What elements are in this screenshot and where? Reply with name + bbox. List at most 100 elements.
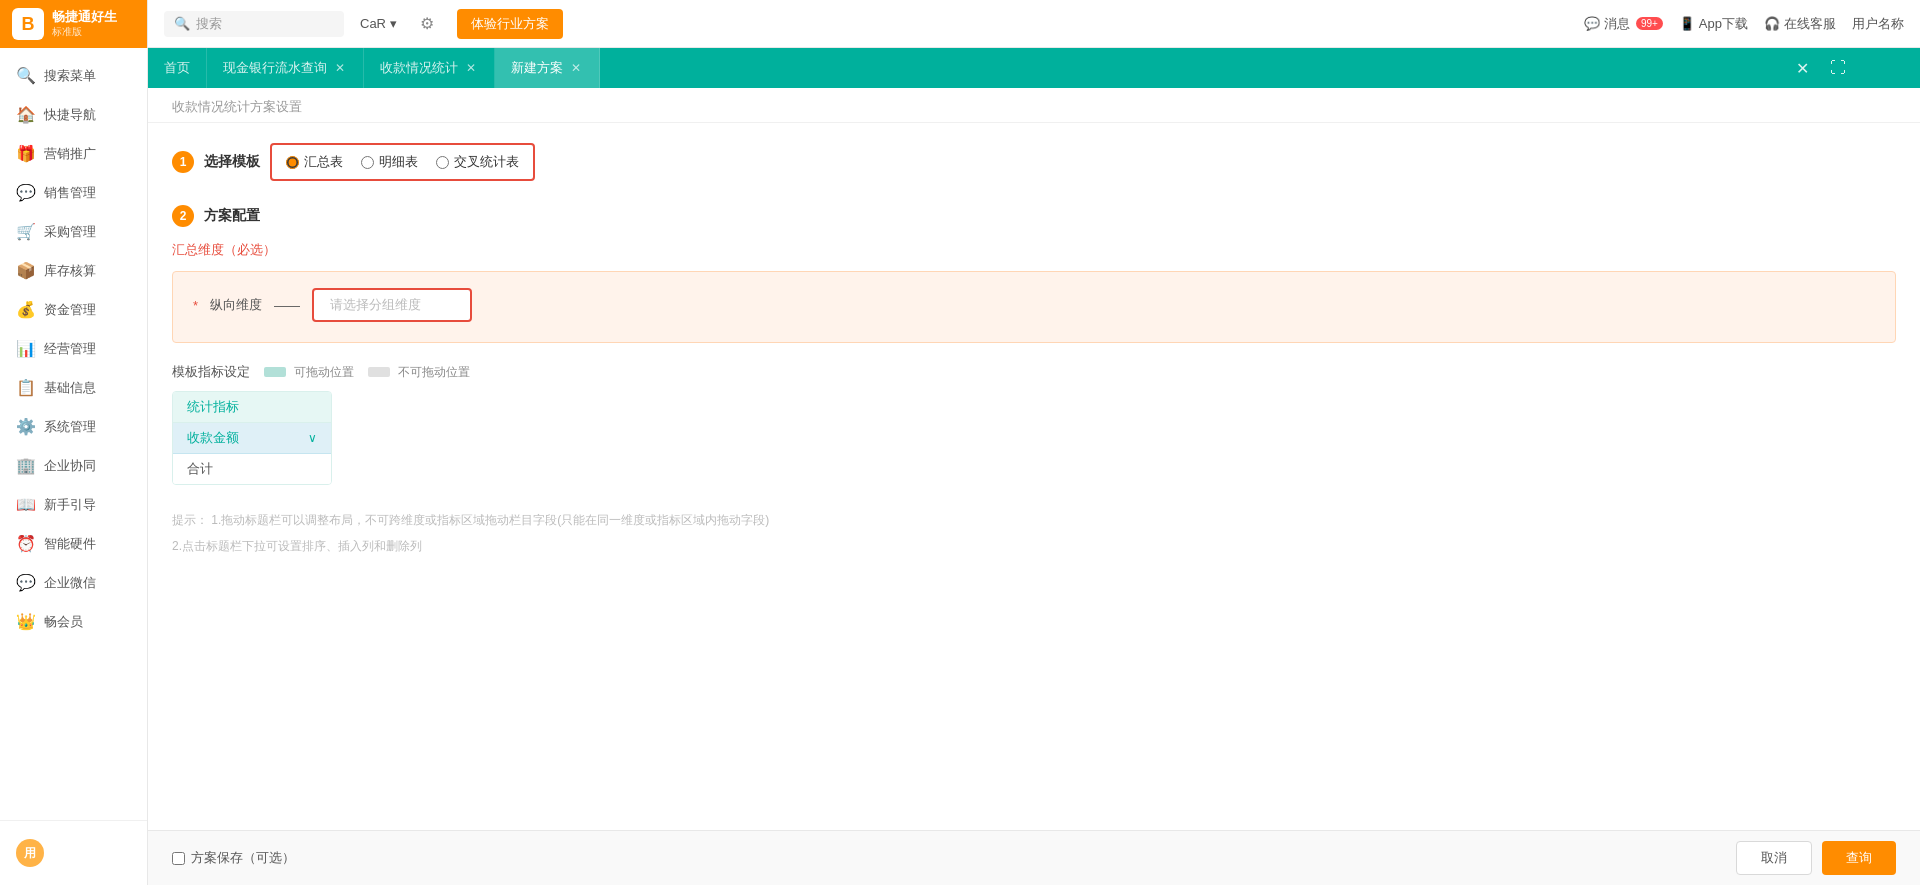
config-dim-label: 汇总维度（必选） [172, 241, 1896, 259]
sidebar-nav: 🔍 搜索菜单 🏠 快捷导航 🎁 营销推广 💬 销售管理 🛒 采购管理 [0, 48, 147, 820]
radio-cross-input[interactable] [436, 156, 449, 169]
tab-collection-stats-close[interactable]: ✕ [464, 61, 478, 75]
sidebar-item-member[interactable]: 👑 畅会员 [0, 602, 147, 641]
sidebar-item-label-enterprise: 企业协同 [44, 457, 96, 475]
tab-bank-flow-label: 现金银行流水查询 [223, 59, 327, 77]
topbar-right: 💬 消息 99+ 📱 App下载 🎧 在线客服 用户名称 [1584, 15, 1904, 33]
radio-detail[interactable]: 明细表 [361, 153, 418, 171]
step1-section: 1 选择模板 汇总表 明细表 [172, 143, 1896, 181]
tab-new-plan-label: 新建方案 [511, 59, 563, 77]
tab-bank-flow[interactable]: 现金银行流水查询 ✕ [207, 48, 364, 88]
sidebar-avatar[interactable]: 用 [0, 829, 147, 877]
step2-num: 2 [172, 205, 194, 227]
chevron-down-icon: ▾ [390, 16, 397, 31]
dim-select-box[interactable]: 请选择分组维度 [312, 288, 472, 322]
search-bar[interactable]: 🔍 搜索 [164, 11, 344, 37]
dim-required-star: * [193, 298, 198, 313]
sidebar-item-basic-info[interactable]: 📋 基础信息 [0, 368, 147, 407]
radio-cross[interactable]: 交叉统计表 [436, 153, 519, 171]
settings-button[interactable]: ⚙ [413, 10, 441, 38]
sidebar-item-guide[interactable]: 📖 新手引导 [0, 485, 147, 524]
trial-button[interactable]: 体验行业方案 [457, 9, 563, 39]
service-icon: 🎧 [1764, 16, 1780, 31]
sidebar-item-operation[interactable]: 📊 经营管理 [0, 329, 147, 368]
sidebar-item-label-inventory: 库存核算 [44, 262, 96, 280]
sidebar-item-quick-nav[interactable]: 🏠 快捷导航 [0, 95, 147, 134]
row-label: 合计 [187, 461, 213, 476]
sidebar-item-label-marketing: 营销推广 [44, 145, 96, 163]
indicator-col-header[interactable]: 收款金额 ∨ [173, 423, 331, 454]
sidebar-item-smart-hw[interactable]: ⏰ 智能硬件 [0, 524, 147, 563]
cancel-button[interactable]: 取消 [1736, 841, 1812, 875]
sidebar-item-inventory[interactable]: 📦 库存核算 [0, 251, 147, 290]
col-dropdown-icon[interactable]: ∨ [308, 431, 317, 445]
system-icon: ⚙️ [16, 417, 36, 436]
online-service-button[interactable]: 🎧 在线客服 [1764, 15, 1836, 33]
step2-title: 方案配置 [204, 207, 260, 225]
sidebar-item-search-menu[interactable]: 🔍 搜索菜单 [0, 56, 147, 95]
guide-icon: 📖 [16, 495, 36, 514]
page-inner: 收款情况统计方案设置 1 选择模板 汇总表 [148, 88, 1920, 885]
tab-close-all-button[interactable]: ✕ [1788, 54, 1816, 82]
save-checkbox[interactable] [172, 852, 185, 865]
query-button[interactable]: 查询 [1822, 841, 1896, 875]
radio-summary-input[interactable] [286, 156, 299, 169]
radio-detail-input[interactable] [361, 156, 374, 169]
indicator-table-row: 合计 [173, 454, 331, 484]
operation-icon: 📊 [16, 339, 36, 358]
sidebar-item-label-purchase: 采购管理 [44, 223, 96, 241]
step1-title: 选择模板 [204, 153, 260, 171]
user-name[interactable]: 用户名称 [1852, 15, 1904, 33]
form-area: 1 选择模板 汇总表 明细表 [148, 123, 1920, 830]
indicator-legend-nodrag: 不可拖动位置 [368, 364, 470, 381]
drag-legend-label: 可拖动位置 [294, 364, 354, 381]
tab-new-plan-close[interactable]: ✕ [569, 61, 583, 75]
page-wrapper: 收款情况统计方案设置 1 选择模板 汇总表 [148, 88, 1920, 885]
sales-icon: 💬 [16, 183, 36, 202]
message-badge: 99+ [1636, 17, 1663, 30]
tab-fullscreen-button[interactable]: ⛶ [1824, 54, 1852, 82]
sidebar-item-enterprise[interactable]: 🏢 企业协同 [0, 446, 147, 485]
inventory-icon: 📦 [16, 261, 36, 280]
sidebar-item-purchase[interactable]: 🛒 采购管理 [0, 212, 147, 251]
radio-summary[interactable]: 汇总表 [286, 153, 343, 171]
sidebar-item-label-quick-nav: 快捷导航 [44, 106, 96, 124]
sidebar-item-capital[interactable]: 💰 资金管理 [0, 290, 147, 329]
topbar-dropdown[interactable]: CaR ▾ [360, 16, 397, 31]
sidebar-item-marketing[interactable]: 🎁 营销推广 [0, 134, 147, 173]
radio-summary-label: 汇总表 [304, 153, 343, 171]
search-icon: 🔍 [174, 16, 190, 31]
tab-home-label: 首页 [164, 59, 190, 77]
logo-text: 畅捷通好生 标准版 [52, 9, 117, 39]
tab-home[interactable]: 首页 [148, 48, 207, 88]
sidebar-item-wechat[interactable]: 💬 企业微信 [0, 563, 147, 602]
avatar-icon: 用 [16, 839, 44, 867]
sidebar-item-sales[interactable]: 💬 销售管理 [0, 173, 147, 212]
tab-bank-flow-close[interactable]: ✕ [333, 61, 347, 75]
dim-select-placeholder: 请选择分组维度 [330, 296, 421, 314]
basic-info-icon: 📋 [16, 378, 36, 397]
logo-icon: B [12, 8, 44, 40]
step2-section: 2 方案配置 汇总维度（必选） * 纵向维度 —— 请选择分组维度 [172, 205, 1896, 558]
sidebar-item-label-sales: 销售管理 [44, 184, 96, 202]
message-button[interactable]: 💬 消息 99+ [1584, 15, 1663, 33]
vertical-dim-label: 纵向维度 [210, 296, 262, 314]
search-placeholder: 搜索 [196, 15, 222, 33]
tab-collection-stats-label: 收款情况统计 [380, 59, 458, 77]
indicator-table: 统计指标 收款金额 ∨ 合计 [172, 391, 332, 485]
sidebar-item-label-operation: 经营管理 [44, 340, 96, 358]
tab-new-plan[interactable]: 新建方案 ✕ [495, 48, 600, 88]
template-radio-group: 汇总表 明细表 交叉统计表 [286, 153, 519, 171]
no-drag-legend-icon [368, 367, 390, 377]
capital-icon: 💰 [16, 300, 36, 319]
app-download-button[interactable]: 📱 App下载 [1679, 15, 1748, 33]
sidebar: B 畅捷通好生 标准版 🔍 搜索菜单 🏠 快捷导航 🎁 营销推广 💬 销售管理 [0, 0, 148, 885]
enterprise-icon: 🏢 [16, 456, 36, 475]
step1-num: 1 [172, 151, 194, 173]
smart-hw-icon: ⏰ [16, 534, 36, 553]
sidebar-item-label-capital: 资金管理 [44, 301, 96, 319]
sidebar-item-system[interactable]: ⚙️ 系统管理 [0, 407, 147, 446]
breadcrumb: 收款情况统计方案设置 [148, 88, 1920, 123]
tab-collection-stats[interactable]: 收款情况统计 ✕ [364, 48, 495, 88]
message-icon: 💬 [1584, 16, 1600, 31]
